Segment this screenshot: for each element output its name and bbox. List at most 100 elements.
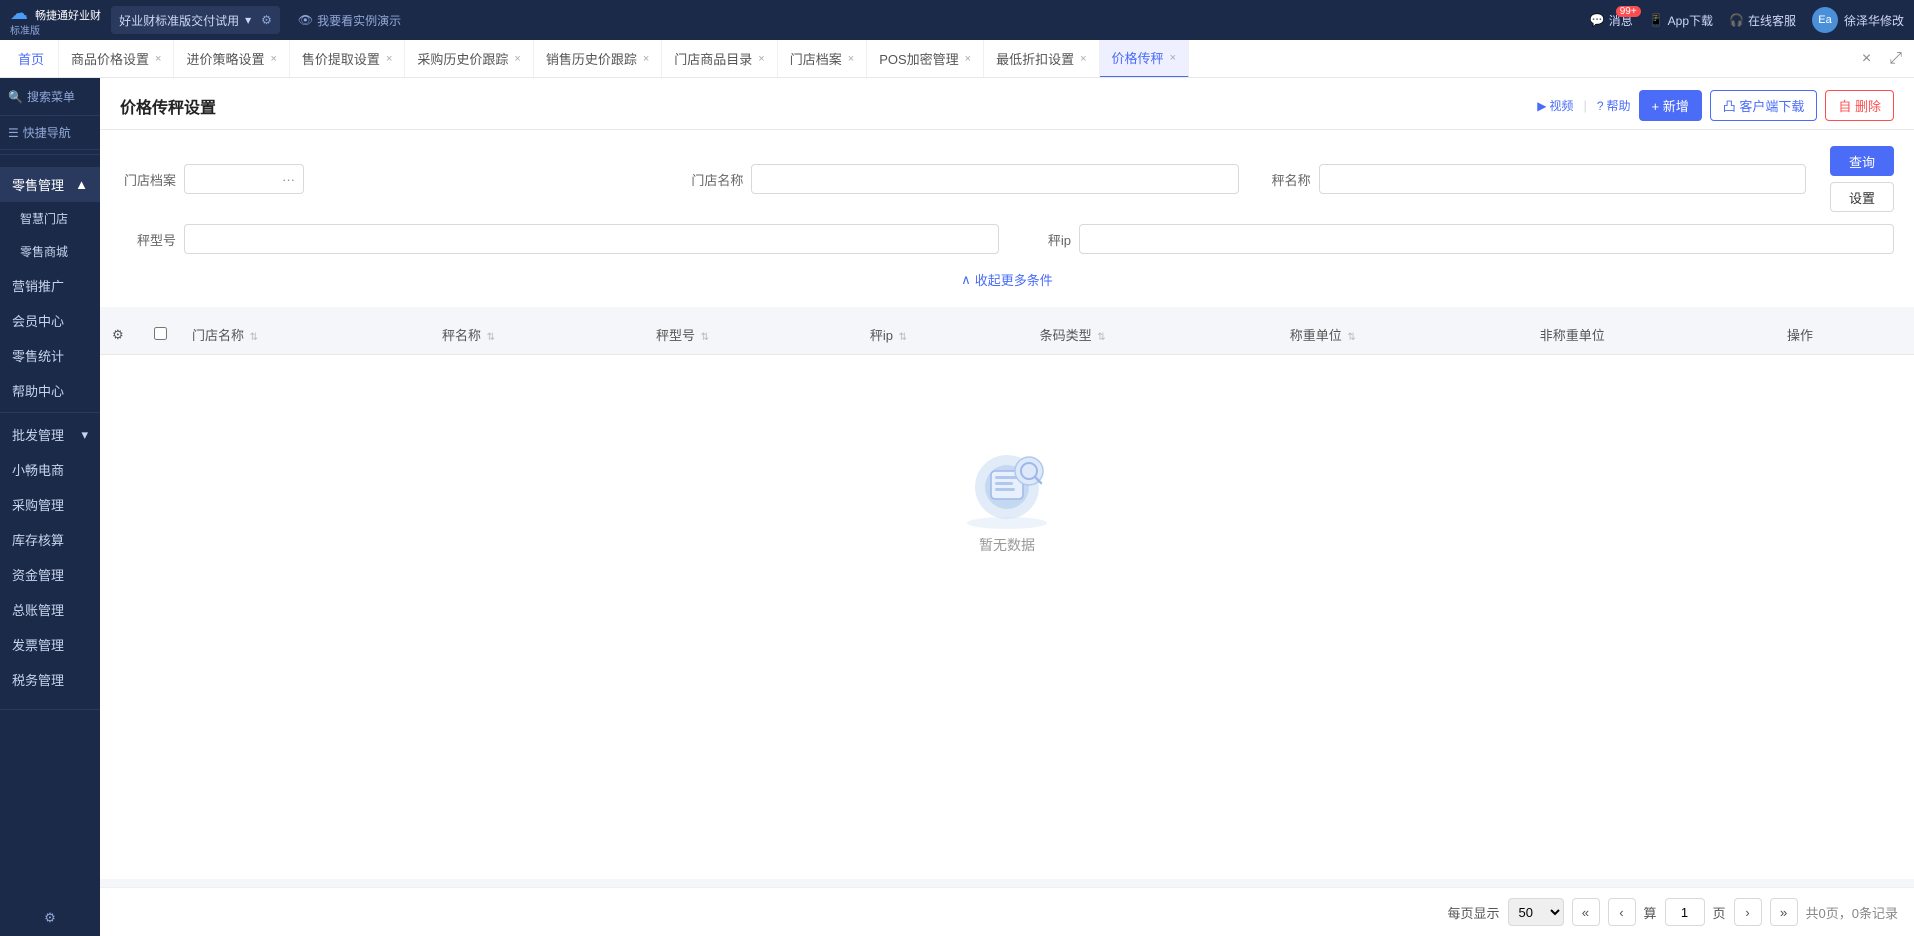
empty-text: 暂无数据: [979, 535, 1035, 555]
sidebar-item-retail-mall[interactable]: 零售商城: [0, 235, 100, 268]
scale-model-input[interactable]: [184, 224, 999, 254]
tab-sale-history[interactable]: 销售历史价跟踪 ×: [534, 40, 662, 78]
sidebar-item-xiaochange-ec[interactable]: 小畅电商: [0, 452, 100, 487]
store-profile-selector[interactable]: ···: [184, 164, 304, 194]
video-icon: ▶: [1537, 99, 1546, 113]
user-profile-btn[interactable]: Ea 徐泽华修改: [1812, 7, 1904, 33]
tab-pos-manage[interactable]: POS加密管理 ×: [867, 40, 984, 78]
gear-icon: ⚙: [44, 910, 56, 926]
expand-icon: ▲: [75, 177, 88, 192]
tab-purchase-strategy[interactable]: 进价策略设置 ×: [174, 40, 289, 78]
last-page-btn[interactable]: »: [1770, 898, 1798, 926]
sidebar-search[interactable]: 🔍 搜索菜单: [0, 78, 100, 116]
th-scale-ip: 秤ip ⇅: [858, 315, 1028, 355]
sidebar-item-marketing[interactable]: 营销推广: [0, 268, 100, 303]
sidebar-item-invoice-mgmt[interactable]: 发票管理: [0, 627, 100, 662]
ellipsis-btn[interactable]: ···: [282, 172, 295, 187]
page-header: 价格传秤设置 ▶ 视频 | ? 帮助 + 新增 凸 客户端下载 自: [100, 78, 1914, 130]
sidebar-settings-btn[interactable]: ⚙: [0, 900, 100, 936]
empty-illustration: [947, 435, 1067, 535]
sort-icon[interactable]: ⇅: [1097, 332, 1105, 343]
add-btn[interactable]: + 新增: [1639, 90, 1702, 121]
sort-icon[interactable]: ⇅: [487, 332, 495, 343]
demo-link[interactable]: 👁 我要看实例演示: [298, 12, 401, 29]
version-selector[interactable]: 好业财标准版交付试用 ▾ ⚙: [111, 6, 280, 34]
sidebar-item-inventory-mgmt[interactable]: 库存核算: [0, 522, 100, 557]
close-icon[interactable]: ×: [1080, 53, 1086, 65]
th-store-name: 门店名称 ⇅: [180, 315, 430, 355]
filter-scale-name: 秤名称: [1255, 164, 1806, 194]
delete-btn[interactable]: 自 删除: [1825, 90, 1894, 121]
tab-purchase-history[interactable]: 采购历史价跟踪 ×: [405, 40, 533, 78]
tab-sale-pickup[interactable]: 售价提取设置 ×: [290, 40, 405, 78]
tab-bar: 首页 商品价格设置 × 进价策略设置 × 售价提取设置 × 采购历史价跟踪 × …: [0, 40, 1914, 78]
sidebar-item-fund-mgmt[interactable]: 资金管理: [0, 557, 100, 592]
scale-ip-input[interactable]: [1079, 224, 1894, 254]
sidebar-item-wholesale-mgmt[interactable]: 批发管理 ▾: [0, 417, 100, 452]
scale-name-input[interactable]: [1319, 164, 1806, 194]
page-input[interactable]: [1665, 898, 1705, 926]
filter-scale-model: 秤型号: [120, 224, 999, 254]
next-page-btn[interactable]: ›: [1734, 898, 1762, 926]
help-link[interactable]: ? 帮助: [1597, 97, 1631, 114]
table-area: ⚙ 门店名称 ⇅ 秤名称 ⇅ 秤型号 ⇅ 秤ip ⇅ 条码类型 ⇅ 称重单位 ⇅…: [100, 315, 1914, 879]
online-service-btn[interactable]: 🎧 在线客服: [1729, 12, 1796, 29]
sort-icon[interactable]: ⇅: [1347, 332, 1355, 343]
prev-page-icon: ‹: [1619, 905, 1623, 920]
close-icon[interactable]: ×: [386, 53, 392, 65]
sidebar-item-retail-mgmt[interactable]: 零售管理 ▲: [0, 167, 100, 202]
tab-price-setting[interactable]: 商品价格设置 ×: [59, 40, 174, 78]
sidebar-item-tax-mgmt[interactable]: 税务管理: [0, 662, 100, 697]
sidebar-item-member-center[interactable]: 会员中心: [0, 303, 100, 338]
tab-store-profile[interactable]: 门店档案 ×: [778, 40, 867, 78]
close-icon[interactable]: ×: [758, 53, 764, 65]
sort-icon[interactable]: ⇅: [701, 332, 709, 343]
select-all-checkbox[interactable]: [154, 327, 167, 340]
store-name-input[interactable]: [751, 164, 1238, 194]
collapse-btn[interactable]: ∧ 收起更多条件: [120, 266, 1894, 299]
sidebar-item-retail-stats[interactable]: 零售统计: [0, 338, 100, 373]
sidebar-item-help-center[interactable]: 帮助中心: [0, 373, 100, 408]
app-download-btn[interactable]: 📱 App下载: [1649, 12, 1713, 29]
headset-icon: 🎧: [1729, 13, 1744, 27]
main-content: 价格传秤设置 ▶ 视频 | ? 帮助 + 新增 凸 客户端下载 自: [100, 78, 1914, 936]
first-page-btn[interactable]: «: [1572, 898, 1600, 926]
tab-store-catalog[interactable]: 门店商品目录 ×: [662, 40, 777, 78]
th-setting[interactable]: ⚙: [100, 315, 140, 355]
sidebar-item-purchase-mgmt[interactable]: 采购管理: [0, 487, 100, 522]
settings-icon[interactable]: ⚙: [261, 13, 272, 27]
tab-min-discount[interactable]: 最低折扣设置 ×: [984, 40, 1099, 78]
per-page-label: 每页显示: [1447, 903, 1499, 922]
data-table: ⚙ 门店名称 ⇅ 秤名称 ⇅ 秤型号 ⇅ 秤ip ⇅ 条码类型 ⇅ 称重单位 ⇅…: [100, 315, 1914, 355]
setting-btn[interactable]: 设置: [1830, 182, 1894, 212]
per-page-select[interactable]: 10 20 50 100: [1508, 898, 1564, 926]
close-icon[interactable]: ×: [514, 53, 520, 65]
sidebar-quick-nav[interactable]: ☰ 快捷导航: [0, 116, 100, 150]
close-icon[interactable]: ×: [1170, 52, 1176, 64]
close-icon[interactable]: ×: [643, 53, 649, 65]
messages-btn[interactable]: 💬 消息 99+: [1590, 12, 1633, 29]
phone-icon: 📱: [1649, 13, 1664, 27]
th-scale-model: 秤型号 ⇅: [644, 315, 858, 355]
prev-page-btn[interactable]: ‹: [1608, 898, 1636, 926]
close-icon[interactable]: ×: [848, 53, 854, 65]
sidebar-item-smart-store[interactable]: 智慧门店: [0, 202, 100, 235]
sidebar: 🔍 搜索菜单 ☰ 快捷导航 零售管理 ▲ 智慧门店 零售商城 营销推广 会员中心: [0, 78, 100, 936]
maximize-icon[interactable]: ⤢: [1881, 46, 1910, 72]
query-btn[interactable]: 查询: [1830, 146, 1894, 176]
close-all-btn[interactable]: ×: [1854, 46, 1879, 72]
avatar: Ea: [1812, 7, 1838, 33]
tab-home[interactable]: 首页: [4, 40, 59, 78]
question-icon: ?: [1597, 99, 1604, 113]
tab-price-scale[interactable]: 价格传秤 ×: [1100, 40, 1189, 78]
sort-icon[interactable]: ⇅: [899, 332, 907, 343]
download-btn[interactable]: 凸 客户端下载: [1710, 90, 1818, 121]
close-icon[interactable]: ×: [965, 53, 971, 65]
close-icon[interactable]: ×: [155, 53, 161, 65]
close-icon[interactable]: ×: [270, 53, 276, 65]
sidebar-item-general-ledger[interactable]: 总账管理: [0, 592, 100, 627]
video-link[interactable]: ▶ 视频: [1537, 97, 1573, 114]
pagination-total: 共0页，0条记录: [1806, 903, 1898, 922]
pagination: 每页显示 10 20 50 100 « ‹ 算 页 › » 共0页，0条记录: [100, 887, 1914, 936]
sort-icon[interactable]: ⇅: [250, 332, 258, 343]
